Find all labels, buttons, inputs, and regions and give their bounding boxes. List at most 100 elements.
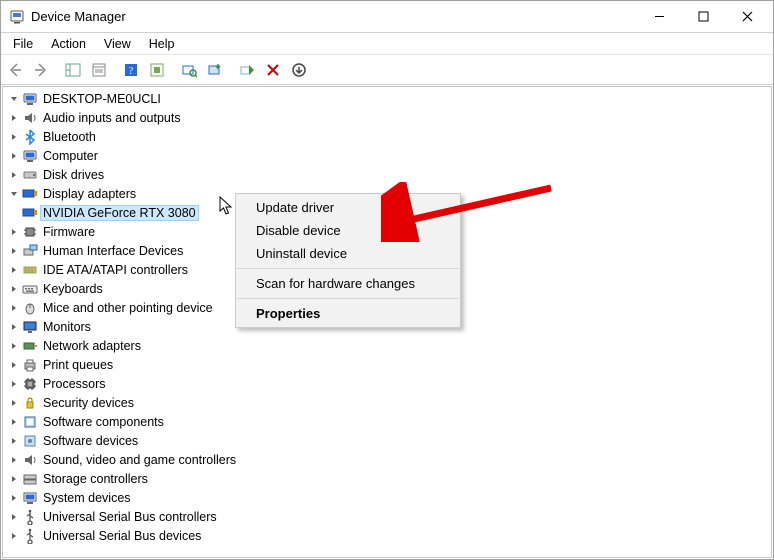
tree-item-label: Sound, video and game controllers bbox=[43, 453, 236, 467]
tree-item-label: Keyboards bbox=[43, 282, 103, 296]
system-icon bbox=[22, 490, 38, 506]
chevron-right-icon[interactable] bbox=[7, 453, 21, 467]
tree-item-system[interactable]: System devices bbox=[7, 488, 771, 507]
tree-root[interactable]: DESKTOP-ME0UCLI bbox=[7, 89, 771, 108]
chevron-right-icon[interactable] bbox=[7, 244, 21, 258]
tree-item-usbdev[interactable]: Universal Serial Bus devices bbox=[7, 526, 771, 545]
maximize-button[interactable] bbox=[681, 2, 725, 32]
disable-device-toolbar-button[interactable] bbox=[287, 58, 311, 82]
chevron-right-icon[interactable] bbox=[7, 529, 21, 543]
cpu-icon bbox=[22, 376, 38, 392]
chip-icon bbox=[22, 224, 38, 240]
hid-icon bbox=[22, 243, 38, 259]
tree-item-security[interactable]: Security devices bbox=[7, 393, 771, 412]
tree-item-label: Display adapters bbox=[43, 187, 136, 201]
tree-item-storagectl[interactable]: Storage controllers bbox=[7, 469, 771, 488]
chevron-right-icon[interactable] bbox=[7, 472, 21, 486]
tree-item-processors[interactable]: Processors bbox=[7, 374, 771, 393]
title-bar: Device Manager bbox=[1, 1, 773, 33]
context-menu-disable-device[interactable]: Disable device bbox=[236, 219, 460, 242]
mouse-icon bbox=[22, 300, 38, 316]
close-button[interactable] bbox=[725, 2, 769, 32]
tree-item-printq[interactable]: Print queues bbox=[7, 355, 771, 374]
menu-view[interactable]: View bbox=[96, 35, 139, 53]
chevron-right-icon[interactable] bbox=[7, 415, 21, 429]
tree-item-computer[interactable]: Computer bbox=[7, 146, 771, 165]
tree-item-label: Monitors bbox=[43, 320, 91, 334]
chevron-right-icon[interactable] bbox=[7, 282, 21, 296]
menu-help[interactable]: Help bbox=[141, 35, 183, 53]
chevron-right-icon[interactable] bbox=[7, 510, 21, 524]
enable-device-toolbar-button[interactable] bbox=[235, 58, 259, 82]
chevron-right-icon[interactable] bbox=[7, 339, 21, 353]
tree-item-usbctl[interactable]: Universal Serial Bus controllers bbox=[7, 507, 771, 526]
tree-item-diskdrives[interactable]: Disk drives bbox=[7, 165, 771, 184]
usb-icon bbox=[22, 509, 38, 525]
chevron-right-icon[interactable] bbox=[7, 111, 21, 125]
menu-file[interactable]: File bbox=[5, 35, 41, 53]
tree-item-sound[interactable]: Sound, video and game controllers bbox=[7, 450, 771, 469]
window-title: Device Manager bbox=[31, 9, 126, 24]
context-menu-uninstall-device[interactable]: Uninstall device bbox=[236, 242, 460, 265]
chevron-right-icon[interactable] bbox=[7, 434, 21, 448]
tree-item-network[interactable]: Network adapters bbox=[7, 336, 771, 355]
context-menu-properties[interactable]: Properties bbox=[236, 302, 460, 325]
chevron-right-icon[interactable] bbox=[7, 149, 21, 163]
tree-item-label: Software devices bbox=[43, 434, 138, 448]
storage-ctl-icon bbox=[22, 471, 38, 487]
tree-item-swcomp[interactable]: Software components bbox=[7, 412, 771, 431]
context-menu-update-driver[interactable]: Update driver bbox=[236, 196, 460, 219]
menu-action[interactable]: Action bbox=[43, 35, 94, 53]
tree-item-label: Human Interface Devices bbox=[43, 244, 183, 258]
chevron-right-icon[interactable] bbox=[7, 320, 21, 334]
chevron-right-icon[interactable] bbox=[7, 491, 21, 505]
tree-item-label: IDE ATA/ATAPI controllers bbox=[43, 263, 188, 277]
ide-icon bbox=[22, 262, 38, 278]
software-comp-icon bbox=[22, 414, 38, 430]
tree-item-bluetooth[interactable]: Bluetooth bbox=[7, 127, 771, 146]
printer-icon bbox=[22, 357, 38, 373]
usb-icon bbox=[22, 528, 38, 544]
show-hide-tree-button[interactable] bbox=[61, 58, 85, 82]
chevron-right-icon[interactable] bbox=[7, 130, 21, 144]
context-menu: Update driver Disable device Uninstall d… bbox=[235, 193, 461, 328]
tree-root-label: DESKTOP-ME0UCLI bbox=[43, 92, 161, 106]
chevron-right-icon[interactable] bbox=[7, 225, 21, 239]
scan-hardware-toolbar-button[interactable] bbox=[177, 58, 201, 82]
tree-item-audio[interactable]: Audio inputs and outputs bbox=[7, 108, 771, 127]
properties-toolbar-button[interactable] bbox=[87, 58, 111, 82]
chevron-right-icon[interactable] bbox=[7, 301, 21, 315]
minimize-button[interactable] bbox=[637, 2, 681, 32]
security-icon bbox=[22, 395, 38, 411]
context-menu-separator bbox=[237, 298, 459, 299]
chevron-down-icon[interactable] bbox=[7, 187, 21, 201]
disk-icon bbox=[22, 167, 38, 183]
help-toolbar-button[interactable]: ? bbox=[119, 58, 143, 82]
action-toolbar-button[interactable] bbox=[145, 58, 169, 82]
uninstall-device-toolbar-button[interactable] bbox=[261, 58, 285, 82]
chevron-down-icon[interactable] bbox=[7, 92, 21, 106]
chevron-right-icon[interactable] bbox=[7, 263, 21, 277]
tree-item-label: Network adapters bbox=[43, 339, 141, 353]
chevron-right-icon[interactable] bbox=[7, 377, 21, 391]
tree-item-label: Disk drives bbox=[43, 168, 104, 182]
chevron-right-icon[interactable] bbox=[7, 396, 21, 410]
chevron-right-icon[interactable] bbox=[7, 358, 21, 372]
tree-item-label: Universal Serial Bus devices bbox=[43, 529, 201, 543]
bluetooth-icon bbox=[22, 129, 38, 145]
sound-icon bbox=[22, 452, 38, 468]
back-button[interactable] bbox=[3, 58, 27, 82]
tree-item-label: Audio inputs and outputs bbox=[43, 111, 181, 125]
tree-item-label: Computer bbox=[43, 149, 98, 163]
forward-button[interactable] bbox=[29, 58, 53, 82]
context-menu-scan-hardware[interactable]: Scan for hardware changes bbox=[236, 272, 460, 295]
app-icon bbox=[9, 9, 25, 25]
monitor-icon bbox=[22, 319, 38, 335]
tree-item-label: NVIDIA GeForce RTX 3080 bbox=[40, 205, 199, 221]
tree-item-label: Storage controllers bbox=[43, 472, 148, 486]
tree-item-label: Software components bbox=[43, 415, 164, 429]
chevron-right-icon[interactable] bbox=[7, 168, 21, 182]
software-dev-icon bbox=[22, 433, 38, 449]
tree-item-swdev[interactable]: Software devices bbox=[7, 431, 771, 450]
update-driver-toolbar-button[interactable] bbox=[203, 58, 227, 82]
